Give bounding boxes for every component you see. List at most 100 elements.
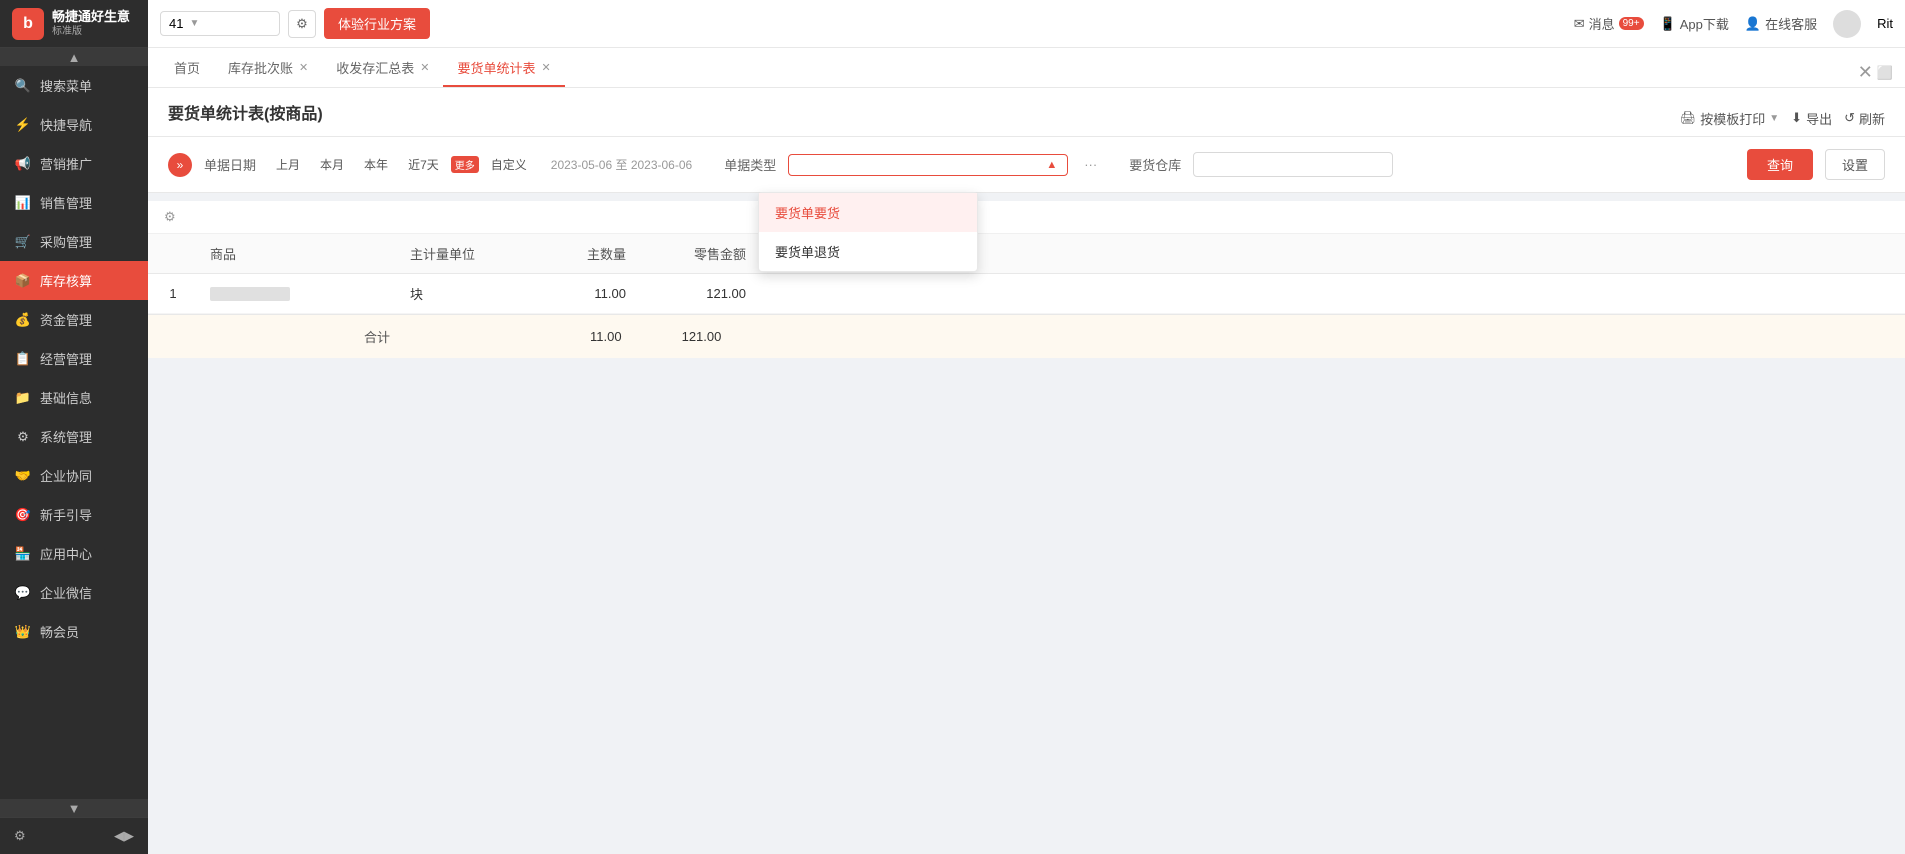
sidebar-item-member[interactable]: 👑 畅会员 (0, 612, 148, 651)
sidebar-bottom: ⚙ ◀▶ (0, 817, 148, 854)
page-header: 要货单统计表(按商品) 🖨 按模板打印 ▼ ⬇ 导出 ↺ 刷新 (148, 88, 1905, 137)
sidebar-item-sales[interactable]: 📊 销售管理 (0, 183, 148, 222)
store-name: 41 (169, 16, 183, 31)
tab-batch[interactable]: 库存批次账 ✕ (214, 50, 322, 87)
online-service-item[interactable]: 👤 在线客服 (1745, 14, 1817, 33)
sidebar-item-quicknav[interactable]: ⚡ 快捷导航 (0, 105, 148, 144)
sidebar-item-enterprise[interactable]: 🤝 企业协同 (0, 456, 148, 495)
this-year-btn[interactable]: 本年 (356, 153, 396, 176)
sidebar-item-appstore[interactable]: 🏪 应用中心 (0, 534, 148, 573)
tab-summary-close[interactable]: ✕ (420, 61, 429, 74)
sidebar-settings-icon[interactable]: ⚙ (14, 828, 26, 844)
sidebar-item-basic[interactable]: 📁 基础信息 (0, 378, 148, 417)
quicknav-icon: ⚡ (14, 116, 32, 134)
sidebar-collapse-icon[interactable]: ◀▶ (114, 828, 134, 844)
page-content: 要货单统计表(按商品) 🖨 按模板打印 ▼ ⬇ 导出 ↺ 刷新 » (148, 88, 1905, 854)
warehouse-input[interactable] (1193, 152, 1393, 177)
last-7days-btn[interactable]: 近7天 (400, 153, 447, 176)
sidebar-header: b 畅捷通好生意 标准版 (0, 0, 148, 48)
dropdown-item-0[interactable]: 要货单要货 (759, 193, 977, 232)
table-settings-icon[interactable]: ⚙ (164, 209, 176, 225)
sidebar-item-guide[interactable]: 🎯 新手引导 (0, 495, 148, 534)
industry-button[interactable]: 体验行业方案 (324, 8, 430, 39)
table-container: ⚙ 商品 主计量单位 主数量 零售金额 1 (148, 201, 1905, 314)
sidebar-item-marketing[interactable]: 📢 营销推广 (0, 144, 148, 183)
inventory-icon: 📦 (14, 272, 32, 290)
message-icon: ✉ (1574, 16, 1585, 32)
sidebar: b 畅捷通好生意 标准版 ▲ 🔍 搜索菜单 ⚡ 快捷导航 📢 营销推广 📊 销售… (0, 0, 148, 854)
download-icon: 📱 (1660, 16, 1676, 32)
sales-icon: 📊 (14, 194, 32, 212)
settings-button[interactable]: 设置 (1825, 149, 1885, 180)
top-header: 41 ▼ ⚙ 体验行业方案 ✉ 消息 99+ 📱 App下载 👤 在线客服 Ri… (148, 0, 1905, 48)
date-shortcuts: 上月 本月 本年 近7天 更多 自定义 (268, 153, 535, 176)
last-month-btn[interactable]: 上月 (268, 153, 308, 176)
filter-more-icon[interactable]: ··· (1084, 157, 1097, 172)
print-button[interactable]: 🖨 按模板打印 ▼ (1680, 109, 1779, 128)
type-select-arrow-icon: ▲ (1046, 159, 1057, 171)
export-icon: ⬇ (1791, 110, 1802, 126)
this-month-btn[interactable]: 本月 (312, 153, 352, 176)
more-badge[interactable]: 更多 (451, 156, 479, 173)
col-header-index (148, 234, 198, 274)
enterprise-icon: 🤝 (14, 467, 32, 485)
date-range-display: 2023-05-06 至 2023-06-06 (551, 156, 692, 173)
user-avatar[interactable] (1833, 10, 1861, 38)
table-header-row: 商品 主计量单位 主数量 零售金额 (148, 234, 1905, 274)
tab-batch-close[interactable]: ✕ (299, 61, 308, 74)
member-icon: 👑 (14, 623, 32, 641)
main-area: 41 ▼ ⚙ 体验行业方案 ✉ 消息 99+ 📱 App下载 👤 在线客服 Ri… (148, 0, 1905, 854)
tab-order-stats-close[interactable]: ✕ (542, 61, 551, 74)
sidebar-item-finance[interactable]: 💰 资金管理 (0, 300, 148, 339)
marketing-icon: 📢 (14, 155, 32, 173)
tab-order-stats[interactable]: 要货单统计表 ✕ (443, 50, 564, 87)
sidebar-scroll-down[interactable]: ▼ (0, 799, 148, 817)
col-header-qty: 主数量 (518, 234, 638, 274)
store-arrow-icon: ▼ (189, 18, 199, 29)
print-icon: 🖨 (1680, 110, 1697, 126)
gear-button[interactable]: ⚙ (288, 10, 316, 38)
tab-home[interactable]: 首页 (160, 50, 214, 87)
store-selector[interactable]: 41 ▼ (160, 11, 280, 36)
sidebar-item-operation[interactable]: 📋 经营管理 (0, 339, 148, 378)
app-download-item[interactable]: 📱 App下载 (1660, 14, 1729, 33)
basic-icon: 📁 (14, 389, 32, 407)
type-select[interactable]: ▲ (788, 154, 1068, 176)
sidebar-item-purchase[interactable]: 🛒 采购管理 (0, 222, 148, 261)
cell-index-0: 1 (148, 274, 198, 314)
brand-title: 畅捷通好生意 标准版 (52, 9, 130, 39)
message-label: 消息 (1589, 14, 1615, 33)
dropdown-item-1[interactable]: 要货单退货 (759, 232, 977, 271)
sidebar-item-system[interactable]: ⚙ 系统管理 (0, 417, 148, 456)
page-header-actions: 🖨 按模板打印 ▼ ⬇ 导出 ↺ 刷新 (1680, 109, 1885, 128)
query-button[interactable]: 查询 (1747, 149, 1813, 180)
table-footer: 合计 11.00 121.00 (148, 314, 1905, 358)
refresh-button[interactable]: ↺ 刷新 (1844, 109, 1885, 128)
sidebar-item-search[interactable]: 🔍 搜索菜单 (0, 66, 148, 105)
warehouse-label: 要货仓库 (1129, 155, 1181, 174)
message-item[interactable]: ✉ 消息 99+ (1574, 14, 1644, 33)
col-header-amount: 零售金额 (638, 234, 758, 274)
filter-area: » 单据日期 上月 本月 本年 近7天 更多 自定义 2023-05-06 至 … (148, 137, 1905, 193)
appstore-icon: 🏪 (14, 545, 32, 563)
sidebar-item-wechat[interactable]: 💬 企业微信 (0, 573, 148, 612)
wechat-icon: 💬 (14, 584, 32, 602)
sidebar-item-inventory[interactable]: 📦 库存核算 (0, 261, 148, 300)
tab-bar: 首页 库存批次账 ✕ 收发存汇总表 ✕ 要货单统计表 ✕ ✕ ⬜ (148, 48, 1905, 88)
sidebar-scroll-up[interactable]: ▲ (0, 48, 148, 66)
cell-qty-0: 11.00 (518, 274, 638, 314)
data-table: 商品 主计量单位 主数量 零售金额 1 块 11.00 (148, 234, 1905, 314)
expand-button[interactable]: » (168, 153, 192, 177)
cell-unit-0: 块 (398, 274, 518, 314)
service-icon: 👤 (1745, 16, 1761, 32)
export-button[interactable]: ⬇ 导出 (1791, 109, 1832, 128)
tab-summary[interactable]: 收发存汇总表 ✕ (322, 50, 443, 87)
footer-amount: 121.00 (682, 329, 722, 344)
custom-btn[interactable]: 自定义 (483, 153, 535, 176)
close-all-tabs[interactable]: ✕ ⬜ (1858, 62, 1893, 87)
print-arrow-icon: ▼ (1769, 113, 1779, 124)
cell-amount-0: 121.00 (638, 274, 758, 314)
footer-label: 合计 (364, 327, 390, 346)
gear-icon: ⚙ (296, 16, 308, 32)
finance-icon: 💰 (14, 311, 32, 329)
